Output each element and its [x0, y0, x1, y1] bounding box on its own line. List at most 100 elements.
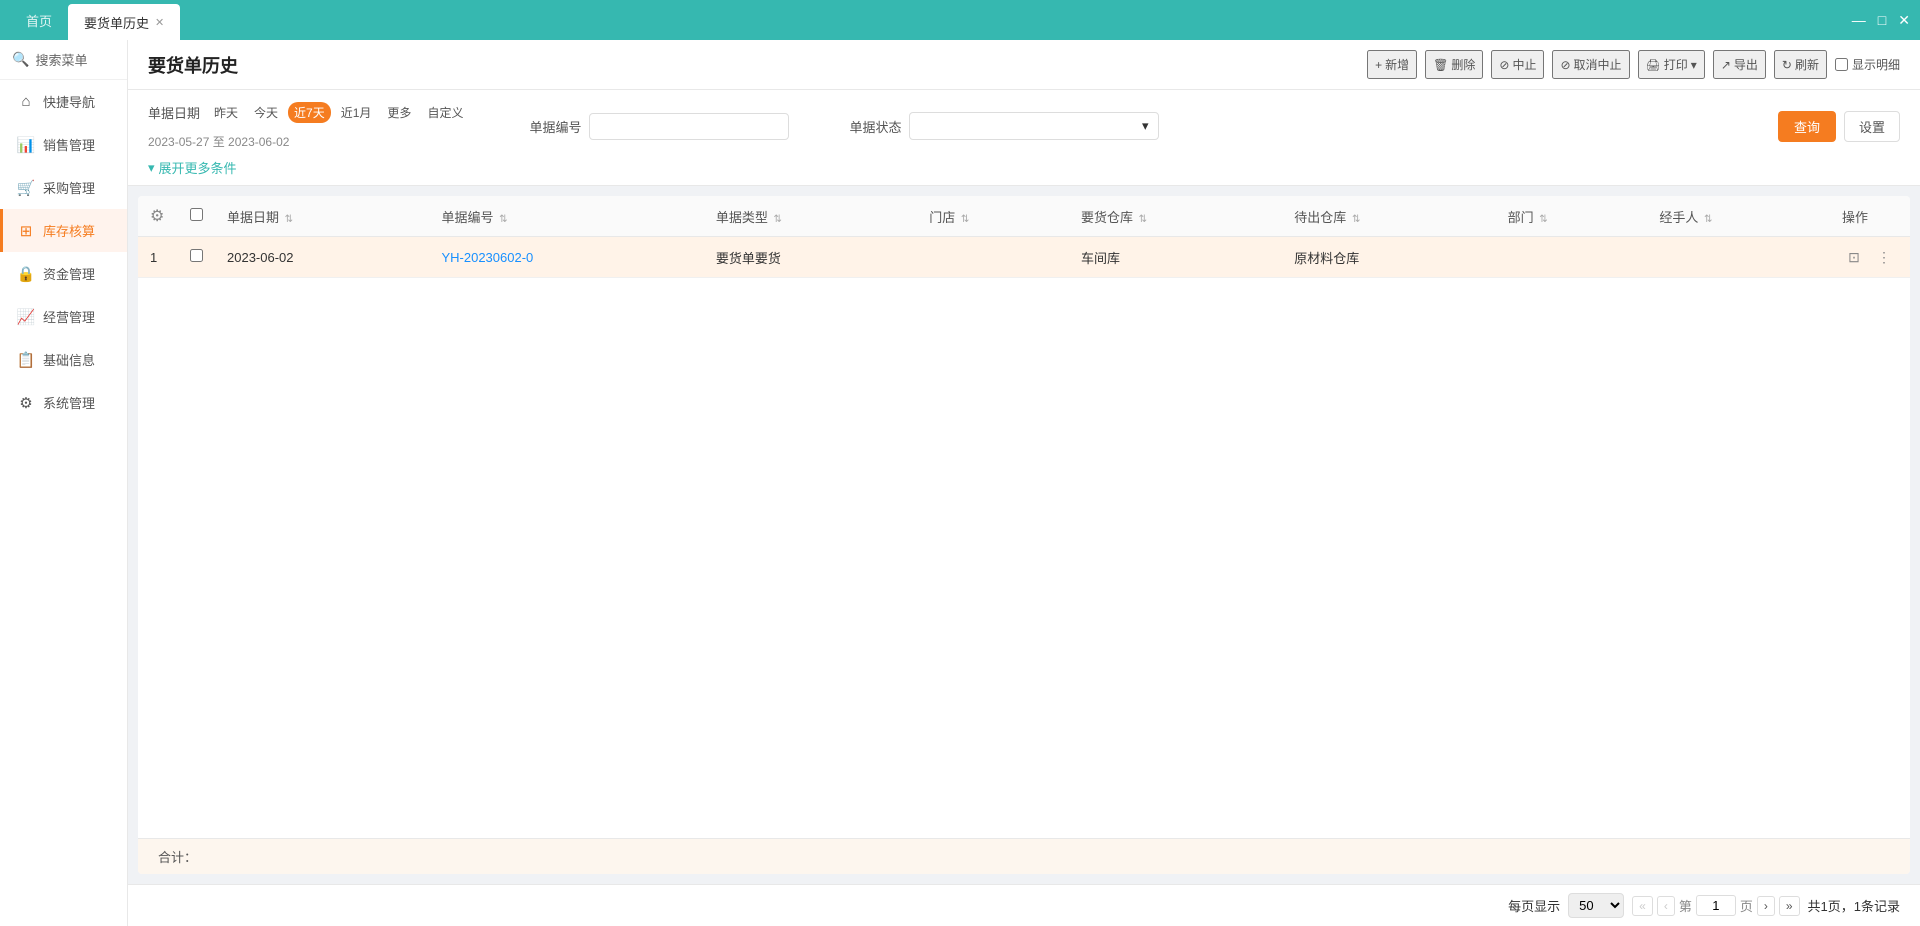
- row-action-buttons: ⊡ ⋮: [1842, 245, 1898, 269]
- last-page-button[interactable]: »: [1779, 896, 1800, 916]
- first-page-button[interactable]: «: [1632, 896, 1653, 916]
- sidebar-search[interactable]: 🔍 搜索菜单: [0, 40, 127, 80]
- maximize-icon[interactable]: □: [1878, 12, 1886, 28]
- refresh-button[interactable]: ↻ 刷新: [1774, 50, 1827, 79]
- basic-info-icon: 📋: [17, 351, 35, 369]
- col-doctype-label: 单据类型: [716, 210, 768, 225]
- row-view-icon[interactable]: ⊡: [1842, 245, 1866, 269]
- tab-requisition-history[interactable]: 要货单历史 ✕: [68, 4, 180, 40]
- col-action: 操作: [1830, 196, 1910, 237]
- col-out-warehouse: 待出仓库 ⇅: [1282, 196, 1495, 237]
- page-actions: + 新增 🗑 删除 ⊘ 中止 ⊘ 取消中止 🖨 打印: [1367, 50, 1900, 79]
- sidebar-item-basic-info[interactable]: 📋 基础信息: [0, 338, 127, 381]
- status-select[interactable]: ▾: [909, 112, 1159, 140]
- shortcut-custom[interactable]: 自定义: [421, 102, 469, 123]
- delete-button[interactable]: 🗑 删除: [1425, 50, 1483, 79]
- sidebar-item-sales[interactable]: 📊 销售管理: [0, 123, 127, 166]
- page-size-label: 每页显示: [1508, 896, 1560, 915]
- col-settings: ⚙: [138, 196, 178, 237]
- page-suffix: 页: [1740, 896, 1753, 915]
- new-button[interactable]: + 新增: [1367, 50, 1417, 79]
- col-store-label: 门店: [929, 210, 955, 225]
- sidebar-item-finance[interactable]: 🔒 资金管理: [0, 252, 127, 295]
- shortcut-today[interactable]: 今天: [248, 102, 284, 123]
- date-range-display: 2023-05-27 至 2023-06-02: [148, 133, 289, 150]
- col-date-label: 单据日期: [227, 210, 279, 225]
- col-req-warehouse-sort-icon[interactable]: ⇅: [1139, 214, 1147, 225]
- col-date: 单据日期 ⇅: [215, 196, 429, 237]
- row-checkbox[interactable]: [190, 249, 203, 262]
- sidebar-item-purchase[interactable]: 🛒 采购管理: [0, 166, 127, 209]
- tab-home[interactable]: 首页: [10, 0, 68, 40]
- next-page-button[interactable]: ›: [1757, 896, 1775, 916]
- status-filter-label: 单据状态: [849, 117, 901, 136]
- sidebar-item-inventory[interactable]: ⊞ 库存核算: [0, 209, 127, 252]
- stop-button[interactable]: ⊘ 中止: [1491, 50, 1544, 79]
- col-req-warehouse-label: 要货仓库: [1081, 210, 1133, 225]
- row-date: 2023-06-02: [215, 237, 429, 278]
- row-checkbox-cell: [178, 237, 215, 278]
- col-handler: 经手人 ⇅: [1647, 196, 1830, 237]
- col-handler-sort-icon[interactable]: ⇅: [1704, 214, 1712, 225]
- shortcut-more[interactable]: 更多: [381, 102, 417, 123]
- row-index: 1: [138, 237, 178, 278]
- shortcut-yesterday[interactable]: 昨天: [208, 102, 244, 123]
- shortcut-7days[interactable]: 近7天: [288, 102, 331, 123]
- sidebar: 🔍 搜索菜单 ⌂ 快捷导航 📊 销售管理 🛒 采购管理 ⊞ 库存核算 🔒 资金管…: [0, 40, 128, 926]
- print-button[interactable]: 🖨 打印 ▾: [1638, 50, 1705, 79]
- tab-close-icon[interactable]: ✕: [155, 16, 164, 29]
- col-dept-sort-icon[interactable]: ⇅: [1539, 214, 1547, 225]
- tab-requisition-label: 要货单历史: [84, 13, 149, 32]
- minimize-icon[interactable]: —: [1852, 12, 1866, 28]
- sidebar-item-system[interactable]: ⚙ 系统管理: [0, 381, 127, 424]
- cancel-stop-button[interactable]: ⊘ 取消中止: [1552, 50, 1629, 79]
- row-more-icon[interactable]: ⋮: [1872, 245, 1896, 269]
- column-settings-icon[interactable]: ⚙: [150, 208, 164, 225]
- home-icon: ⌂: [17, 93, 35, 111]
- col-handler-label: 经手人: [1659, 210, 1698, 225]
- print-label: 打印: [1664, 56, 1688, 73]
- sidebar-item-operations-label: 经营管理: [43, 307, 95, 326]
- export-button[interactable]: ↗ 导出: [1713, 50, 1766, 79]
- setting-button[interactable]: 设置: [1844, 111, 1900, 142]
- expand-more-btn[interactable]: ▾ 展开更多条件: [148, 158, 1900, 177]
- sidebar-item-operations[interactable]: 📈 经营管理: [0, 295, 127, 338]
- close-window-icon[interactable]: ✕: [1898, 12, 1910, 29]
- sidebar-item-shortcuts[interactable]: ⌂ 快捷导航: [0, 80, 127, 123]
- page-number-input[interactable]: [1696, 895, 1736, 916]
- expand-chevron-icon: ▾: [148, 160, 155, 176]
- sidebar-item-system-label: 系统管理: [43, 393, 95, 412]
- col-out-warehouse-sort-icon[interactable]: ⇅: [1352, 214, 1360, 225]
- row-docno-link[interactable]: YH-20230602-0: [441, 250, 533, 265]
- content-area: 要货单历史 + 新增 🗑 删除 ⊘ 中止 ⊘ 取消中止: [128, 40, 1920, 926]
- show-detail-checkbox[interactable]: [1835, 58, 1848, 71]
- col-dept: 部门 ⇅: [1496, 196, 1648, 237]
- shortcut-1month[interactable]: 近1月: [335, 102, 378, 123]
- sales-icon: 📊: [17, 136, 35, 154]
- show-detail-toggle[interactable]: 显示明细: [1835, 56, 1900, 73]
- page-header: 要货单历史 + 新增 🗑 删除 ⊘ 中止 ⊘ 取消中止: [128, 40, 1920, 90]
- sidebar-search-label: 搜索菜单: [35, 50, 87, 69]
- sidebar-item-basic-info-label: 基础信息: [43, 350, 95, 369]
- refresh-icon: ↻: [1782, 58, 1792, 72]
- query-button[interactable]: 查询: [1778, 111, 1836, 142]
- page-size-select[interactable]: 20 50 100 200: [1568, 893, 1624, 918]
- select-all-checkbox[interactable]: [190, 208, 203, 221]
- stop-icon: ⊘: [1499, 58, 1509, 72]
- docno-input[interactable]: [589, 113, 789, 140]
- data-table: ⚙ 单据日期 ⇅ 单据编号 ⇅: [138, 196, 1910, 278]
- col-checkbox: [178, 196, 215, 237]
- search-icon: 🔍: [12, 51, 29, 68]
- status-filter-group: 单据状态 ▾: [849, 112, 1159, 140]
- col-doctype-sort-icon[interactable]: ⇅: [774, 214, 782, 225]
- show-detail-label: 显示明细: [1852, 56, 1900, 73]
- col-date-sort-icon[interactable]: ⇅: [285, 214, 293, 225]
- prev-page-button[interactable]: ‹: [1657, 896, 1675, 916]
- finance-icon: 🔒: [17, 265, 35, 283]
- col-docno-sort-icon[interactable]: ⇅: [499, 214, 507, 225]
- sidebar-item-finance-label: 资金管理: [43, 264, 95, 283]
- col-store-sort-icon[interactable]: ⇅: [961, 214, 969, 225]
- export-label: 导出: [1734, 56, 1758, 73]
- row-out-warehouse: 原材料仓库: [1282, 237, 1495, 278]
- sidebar-item-inventory-label: 库存核算: [43, 221, 95, 240]
